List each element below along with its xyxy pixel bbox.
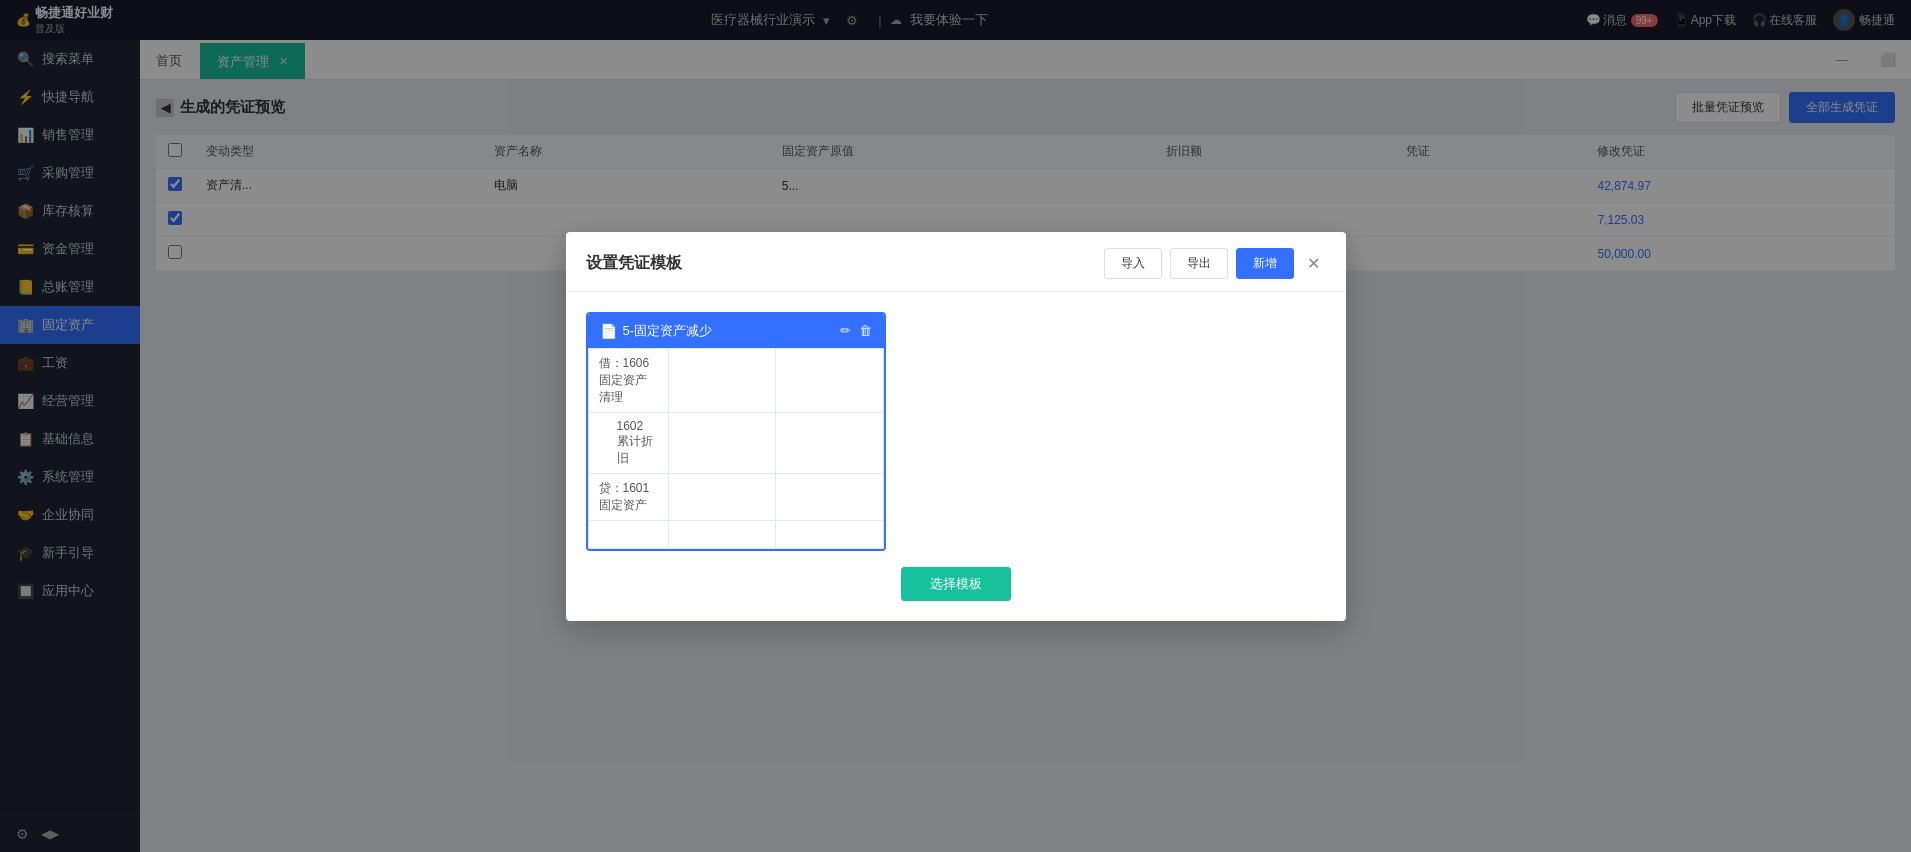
empty-cell (776, 520, 884, 548)
entry-debit (668, 348, 776, 412)
export-button[interactable]: 导出 (1170, 248, 1228, 279)
template-entries-body: 借：1606 固定资产清理 1602 累计折旧 贷：1601 固定资 (588, 348, 883, 548)
entry-debit (668, 473, 776, 520)
entry-credit (776, 348, 884, 412)
set-template-dialog: 设置凭证模板 导入 导出 新增 ✕ 📄 5-固定资产减少 (566, 232, 1346, 621)
dialog-header: 设置凭证模板 导入 导出 新增 ✕ (566, 232, 1346, 292)
new-button[interactable]: 新增 (1236, 248, 1294, 279)
entry-debit (668, 412, 776, 473)
entry-direction: 1602 累计折旧 (588, 412, 668, 473)
template-card-actions: ✏ 🗑 (840, 323, 872, 338)
template-entry-row: 借：1606 固定资产清理 (588, 348, 883, 412)
dialog-body: 📄 5-固定资产减少 ✏ 🗑 借：1606 (566, 292, 1346, 621)
template-entry-row: 1602 累计折旧 (588, 412, 883, 473)
entry-credit (776, 412, 884, 473)
delete-template-icon[interactable]: 🗑 (859, 323, 872, 338)
template-card: 📄 5-固定资产减少 ✏ 🗑 借：1606 (586, 312, 886, 551)
template-entry-row: 贷：1601 固定资产 (588, 473, 883, 520)
template-card-header: 📄 5-固定资产减少 ✏ 🗑 (588, 314, 884, 348)
template-id: 5 (623, 323, 630, 338)
select-template-area: 选择模板 (586, 567, 1326, 601)
select-template-button[interactable]: 选择模板 (901, 567, 1011, 601)
import-button[interactable]: 导入 (1104, 248, 1162, 279)
template-id-name: 5-固定资产减少 (623, 322, 713, 340)
dialog-close-button[interactable]: ✕ (1302, 251, 1326, 275)
dialog-header-actions: 导入 导出 新增 ✕ (1104, 248, 1326, 279)
edit-template-icon[interactable]: ✏ (840, 323, 851, 338)
empty-cell (668, 520, 776, 548)
entry-credit (776, 473, 884, 520)
template-doc-icon: 📄 (600, 323, 617, 339)
empty-cell (588, 520, 668, 548)
entry-direction: 借：1606 固定资产清理 (588, 348, 668, 412)
dialog-title: 设置凭证模板 (586, 253, 682, 274)
entry-direction: 贷：1601 固定资产 (588, 473, 668, 520)
template-name: 固定资产减少 (634, 323, 712, 338)
template-card-header-left: 📄 5-固定资产减少 (600, 322, 713, 340)
dialog-overlay: 设置凭证模板 导入 导出 新增 ✕ 📄 5-固定资产减少 (0, 0, 1911, 852)
template-entry-row-empty (588, 520, 883, 548)
template-entries-table: 借：1606 固定资产清理 1602 累计折旧 贷：1601 固定资 (588, 348, 884, 549)
